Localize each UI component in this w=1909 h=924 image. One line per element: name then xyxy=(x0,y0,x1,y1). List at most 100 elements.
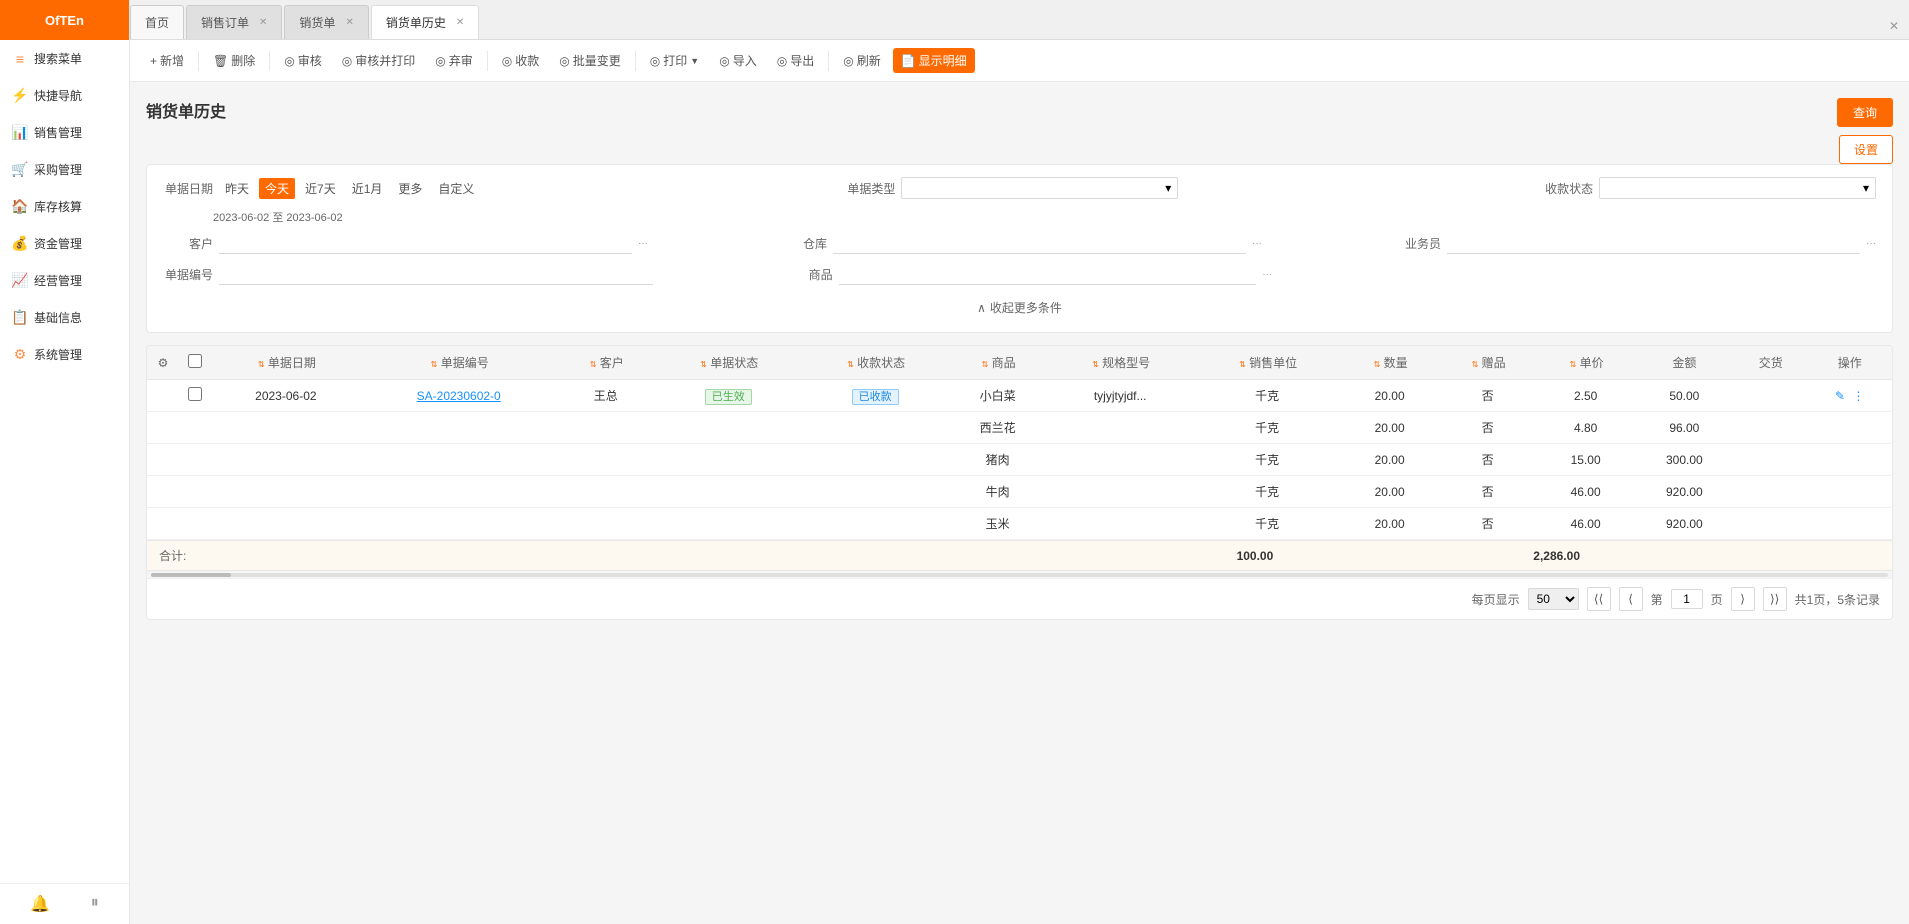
salesperson-dots[interactable]: ··· xyxy=(1866,238,1876,249)
row-checkbox-0[interactable] xyxy=(188,387,202,401)
edit-icon-0[interactable]: ✎ xyxy=(1835,389,1845,403)
row-customer-3 xyxy=(557,476,655,508)
tab-close-sales-goods[interactable]: ✕ xyxy=(345,17,353,28)
col-doc-number[interactable]: ⇅ 单据编号 xyxy=(361,346,557,380)
new-icon: + xyxy=(150,54,157,68)
btn-delete[interactable]: 🗑 删除 xyxy=(205,48,263,73)
page-next-btn[interactable]: ⟩ xyxy=(1731,587,1755,611)
sidebar-item-ops-mgmt[interactable]: 📈 经营管理 xyxy=(0,262,129,299)
sidebar-item-search-menu[interactable]: ≡ 搜索菜单 xyxy=(0,40,129,77)
row-qty-3: 20.00 xyxy=(1341,476,1439,508)
row-doc-number-1 xyxy=(361,412,557,444)
customer-input[interactable] xyxy=(219,233,632,254)
scroll-thumb[interactable] xyxy=(151,573,231,577)
btn-export[interactable]: ◎ 导出 xyxy=(769,48,823,73)
tab-close-sales-order[interactable]: ✕ xyxy=(259,17,267,28)
btn-refresh[interactable]: ◎ 刷新 xyxy=(835,48,889,73)
col-doc-date[interactable]: ⇅ 单据日期 xyxy=(211,346,361,380)
salesperson-input[interactable] xyxy=(1447,233,1860,254)
col-spec[interactable]: ⇅ 规格型号 xyxy=(1047,346,1194,380)
tab-close-all[interactable]: ✕ xyxy=(1879,13,1909,39)
pay-status-select[interactable]: ▾ xyxy=(1599,177,1876,199)
sidebar-bottom-icon1[interactable]: 🔔 xyxy=(30,894,50,914)
page-number-input[interactable] xyxy=(1671,589,1703,609)
chevron-down-icon2: ▾ xyxy=(1863,181,1869,195)
tab-label-sales-history: 销货单历史 xyxy=(386,14,446,31)
goods-input[interactable] xyxy=(839,264,1257,285)
row-trade-1 xyxy=(1734,412,1807,444)
col-settings[interactable]: ⚙ xyxy=(147,346,179,380)
sidebar-label-inventory: 库存核算 xyxy=(34,198,82,215)
page-first-btn[interactable]: ⟨⟨ xyxy=(1587,587,1611,611)
tab-sales-history[interactable]: 销货单历史 ✕ xyxy=(371,5,479,39)
tab-sales-order[interactable]: 销售订单✕ xyxy=(186,5,282,39)
row-check-4 xyxy=(179,508,211,540)
col-goods[interactable]: ⇅ 商品 xyxy=(949,346,1047,380)
btn-batch-change[interactable]: ◎ 批量变更 xyxy=(551,48,629,73)
doc-number-link-0[interactable]: SA-20230602-0 xyxy=(417,389,501,403)
row-doc-date-4 xyxy=(211,508,361,540)
tab-close-sales-history[interactable]: ✕ xyxy=(456,17,464,28)
date-yesterday[interactable]: 昨天 xyxy=(219,178,255,199)
sidebar-item-sys-mgmt[interactable]: ⚙ 系统管理 xyxy=(0,336,129,373)
date-more[interactable]: 更多 xyxy=(392,178,428,199)
doc-number-input[interactable] xyxy=(219,264,653,285)
btn-abandon[interactable]: ◎ 弃审 xyxy=(427,48,481,73)
sort-icon4: ⇅ xyxy=(700,360,707,369)
col-trade: 交货 xyxy=(1734,346,1807,380)
btn-new[interactable]: + 新增 xyxy=(142,48,192,73)
date-today[interactable]: 今天 xyxy=(259,178,295,199)
sidebar-item-quick-nav[interactable]: ⚡ 快捷导航 xyxy=(0,77,129,114)
warehouse-input[interactable] xyxy=(833,233,1246,254)
date-custom[interactable]: 自定义 xyxy=(432,178,480,199)
col-doc-status[interactable]: ⇅ 单据状态 xyxy=(655,346,802,380)
sidebar-bottom-icon2[interactable]: ⏸ xyxy=(91,894,99,914)
footer-values: 100.00 2,286.00 xyxy=(199,549,1880,563)
sidebar-item-inventory[interactable]: 🏠 库存核算 xyxy=(0,188,129,225)
select-all-checkbox[interactable] xyxy=(188,354,202,368)
col-gift[interactable]: ⇅ 赠品 xyxy=(1439,346,1537,380)
col-unit[interactable]: ⇅ 销售单位 xyxy=(1194,346,1341,380)
btn-import[interactable]: ◎ 导入 xyxy=(711,48,765,73)
collapse-button[interactable]: ∧ 收起更多条件 xyxy=(163,295,1876,320)
row-doc-number-0: SA-20230602-0 xyxy=(361,380,557,412)
page-prev-btn[interactable]: ⟨ xyxy=(1619,587,1643,611)
col-qty[interactable]: ⇅ 数量 xyxy=(1341,346,1439,380)
customer-dots[interactable]: ··· xyxy=(638,238,648,249)
btn-collect[interactable]: ◎ 收款 xyxy=(494,48,548,73)
query-button[interactable]: 查询 xyxy=(1837,98,1893,127)
tab-home[interactable]: 首页 xyxy=(130,5,184,39)
btn-print[interactable]: ◎ 打印 ▼ xyxy=(642,48,707,73)
row-customer-1 xyxy=(557,412,655,444)
btn-show-detail[interactable]: 📄 显示明细 xyxy=(893,48,975,73)
goods-label: 商品 xyxy=(783,266,833,283)
sidebar-item-finance-mgmt[interactable]: 💰 资金管理 xyxy=(0,225,129,262)
col-price[interactable]: ⇅ 单价 xyxy=(1537,346,1635,380)
doc-number-label: 单据编号 xyxy=(163,266,213,283)
row-settings-0 xyxy=(147,380,179,412)
sidebar-item-sales-mgmt[interactable]: 📊 销售管理 xyxy=(0,114,129,151)
row-settings-2 xyxy=(147,444,179,476)
sidebar-item-basic-info[interactable]: 📋 基础信息 xyxy=(0,299,129,336)
doc-type-select[interactable]: ▾ xyxy=(901,177,1178,199)
warehouse-dots[interactable]: ··· xyxy=(1252,238,1262,249)
sidebar-item-purchase-mgmt[interactable]: 🛒 采购管理 xyxy=(0,151,129,188)
col-pay-status[interactable]: ⇅ 收款状态 xyxy=(802,346,949,380)
btn-audit[interactable]: ◎ 审核 xyxy=(276,48,330,73)
more-icon-0[interactable]: ⋮ xyxy=(1852,389,1864,403)
page-last-btn[interactable]: ⟩⟩ xyxy=(1763,587,1787,611)
date-1month[interactable]: 近1月 xyxy=(346,178,389,199)
sidebar-icon-sales-mgmt: 📊 xyxy=(12,125,28,141)
row-goods-0: 小白菜 xyxy=(949,380,1047,412)
btn-audit-print[interactable]: ◎ 审核并打印 xyxy=(334,48,424,73)
date-7days[interactable]: 近7天 xyxy=(299,178,342,199)
setting-button[interactable]: 设置 xyxy=(1839,135,1893,164)
horizontal-scrollbar[interactable] xyxy=(147,570,1892,578)
goods-dots[interactable]: ··· xyxy=(1262,269,1272,280)
per-page-select[interactable]: 50 100 200 xyxy=(1528,588,1579,610)
tab-sales-goods[interactable]: 销货单✕ xyxy=(284,5,368,39)
row-doc-status-4 xyxy=(655,508,802,540)
row-gift-3: 否 xyxy=(1439,476,1537,508)
col-customer[interactable]: ⇅ 客户 xyxy=(557,346,655,380)
sidebar: OfTEn ≡ 搜索菜单 ⚡ 快捷导航 📊 销售管理 🛒 采购管理 🏠 库存核算… xyxy=(0,0,130,924)
